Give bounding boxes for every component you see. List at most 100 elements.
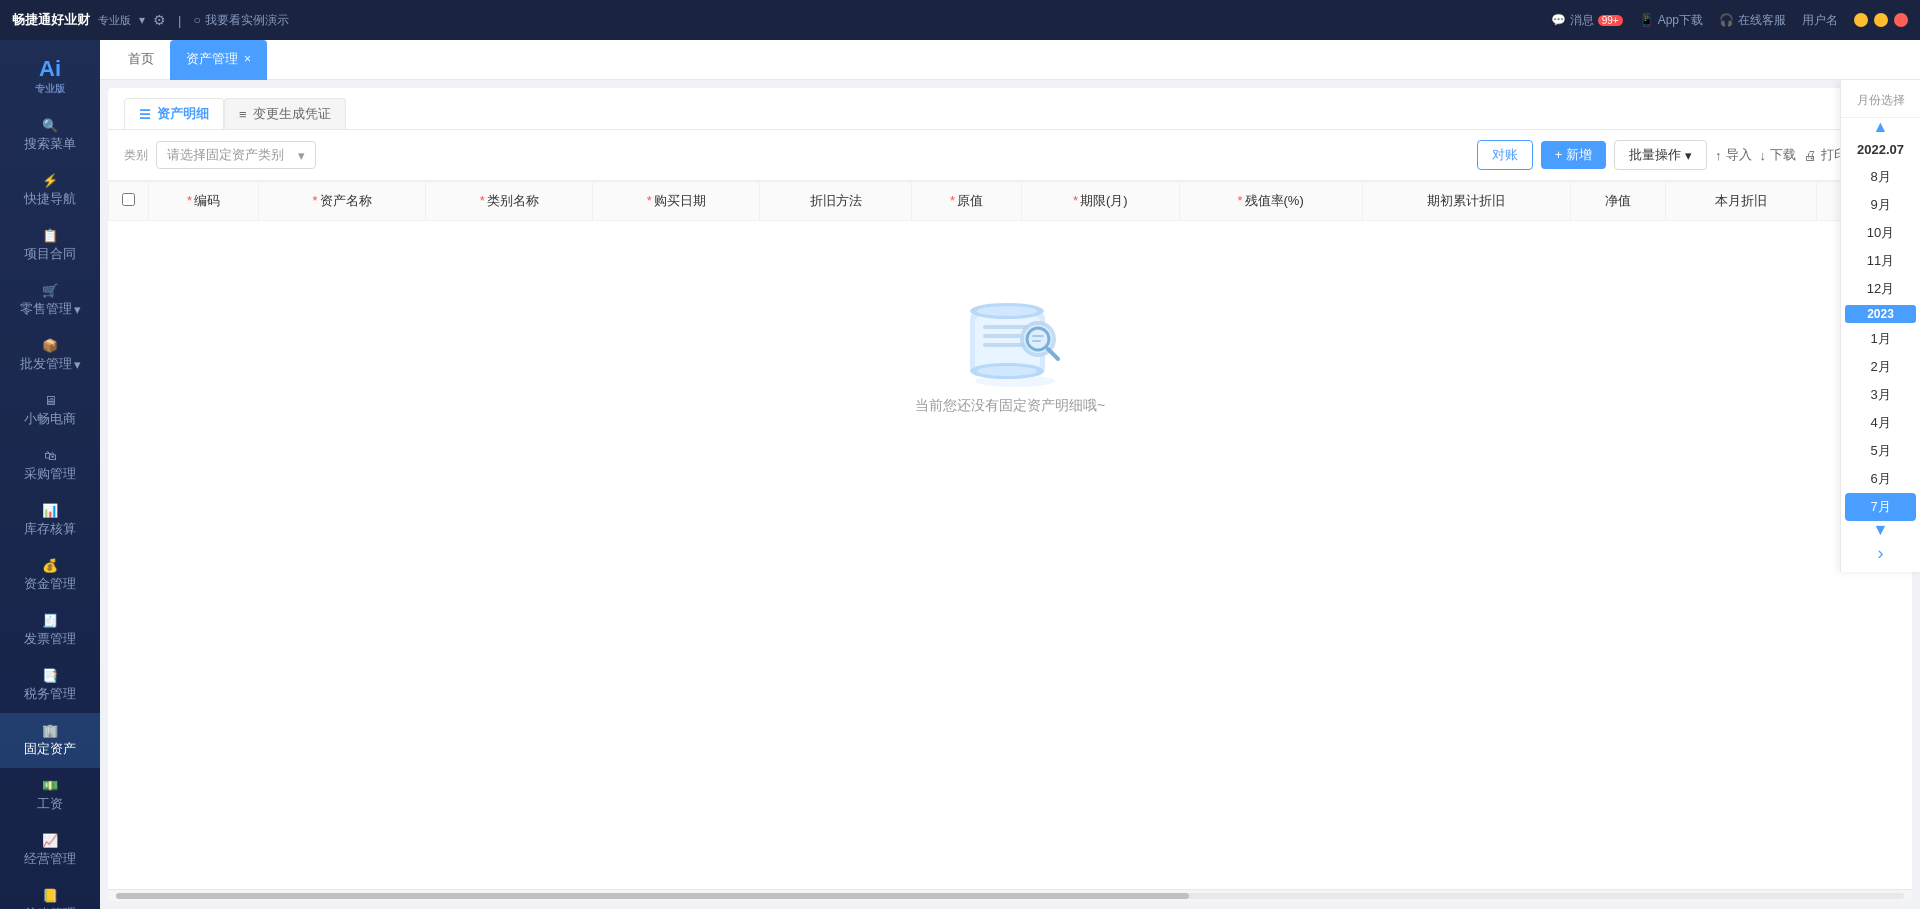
top-bar-left: 畅捷通好业财 专业版 ▾ ⚙ | ○ 我要看实例演示 [12,11,289,29]
tab-bar: 首页 资产管理 × [100,40,1920,80]
sidebar-item-inventory[interactable]: 📊 库存核算 [0,493,100,548]
page-body: ☰ 资产明细 ≡ 变更生成凭证 类别 请选择固定资产类别 ▾ [108,88,1912,901]
month-item-9[interactable]: 9月 [1841,191,1920,219]
month-item-7[interactable]: 7月 [1845,493,1916,521]
month-year: 2022.07 [1857,136,1904,163]
category-filter[interactable]: 请选择固定资产类别 ▾ [156,141,316,169]
maximize-btn[interactable] [1874,13,1888,27]
minimize-btn[interactable] [1854,13,1868,27]
finance-icon: 💰 [42,558,58,573]
svg-line-13 [1048,349,1058,359]
col-buydate: *购买日期 [593,182,760,221]
subtab-icon-detail: ☰ [139,107,151,122]
sidebar-item-fixed-assets[interactable]: 🏢 固定资产 [0,713,100,768]
sidebar-item-project[interactable]: 📋 项目合同 [0,218,100,273]
close-btn[interactable] [1894,13,1908,27]
sidebar-item-operations[interactable]: 📈 经营管理 [0,823,100,878]
sidebar-item-tax[interactable]: 📑 税务管理 [0,658,100,713]
sidebar-item-search[interactable]: 🔍 搜索菜单 [0,108,100,163]
app-edition: 专业版 [98,13,131,28]
import-btn[interactable]: ↑ 导入 [1715,146,1752,164]
col-original-value: *原值 [911,182,1021,221]
sub-tab-asset-detail[interactable]: ☰ 资产明细 [124,98,224,129]
tab-asset-management[interactable]: 资产管理 × [170,40,267,80]
import-icon: ↑ [1715,148,1722,163]
chevron-down-icon: ▾ [74,302,81,317]
app-title: 畅捷通好业财 [12,11,90,29]
chevron-down-icon2: ▾ [74,357,81,372]
company-dropdown[interactable]: ▾ [139,13,145,27]
month-prev-btn[interactable]: ▲ [1873,118,1889,136]
month-item-2[interactable]: 2月 [1841,353,1920,381]
operations-icon: 📈 [42,833,58,848]
sidebar-item-retail[interactable]: 🛒 零售管理 ▾ [0,273,100,328]
month-item-1[interactable]: 1月 [1841,325,1920,353]
batch-btn[interactable]: 批量操作 ▾ [1614,140,1707,170]
subtab-icon-voucher: ≡ [239,107,247,122]
message-btn[interactable]: 💬 消息 99+ [1551,12,1623,29]
tab-home[interactable]: 首页 [112,40,170,80]
user-name: 用户名 [1802,12,1838,29]
search-icon: 🔍 [42,118,58,133]
col-monthly-depreciation: 本月折旧 [1665,182,1817,221]
scrollbar-track[interactable] [116,893,1904,899]
empty-icon [950,281,1070,381]
col-code: *编码 [149,182,259,221]
sidebar-item-purchase[interactable]: 🛍 采购管理 [0,438,100,493]
month-item-8[interactable]: 8月 [1841,163,1920,191]
window-controls [1854,13,1908,27]
tab-close-icon[interactable]: × [244,52,251,66]
svg-rect-9 [983,343,1025,347]
message-count: 99+ [1598,15,1623,26]
svg-rect-7 [983,325,1028,329]
inventory-icon: 📊 [42,503,58,518]
month-item-10[interactable]: 10月 [1841,219,1920,247]
month-item-12[interactable]: 12月 [1841,275,1920,303]
svg-point-6 [977,366,1037,376]
month-item-3[interactable]: 3月 [1841,381,1920,409]
download-icon: 📱 [1639,13,1654,27]
month-item-6[interactable]: 6月 [1841,465,1920,493]
svg-rect-14 [1032,335,1044,337]
filter-dropdown-icon: ▾ [298,148,305,163]
main-content: ☰ 资产明细 ≡ 变更生成凭证 类别 请选择固定资产类别 ▾ [100,80,1920,909]
sidebar-item-salary[interactable]: 💵 工资 [0,768,100,823]
scrollbar-thumb[interactable] [116,893,1189,899]
month-next-btn[interactable]: ▼ [1873,521,1889,539]
month-item-11[interactable]: 11月 [1841,247,1920,275]
app-download-btn[interactable]: 📱 App下载 [1639,12,1703,29]
project-icon: 📋 [42,228,58,243]
retail-icon: 🛒 [42,283,58,298]
settings-icon[interactable]: ⚙ [153,12,166,28]
sidebar-item-ledger[interactable]: 📒 总账管理 [0,878,100,909]
ecommerce-icon: 🖥 [44,393,57,408]
empty-text: 当前您还没有固定资产明细哦~ [915,397,1105,415]
empty-state: 当前您还没有固定资产明细哦~ [109,221,1912,475]
user-info[interactable]: 用户名 [1802,12,1838,29]
select-all-checkbox[interactable] [122,193,135,206]
demo-link[interactable]: ○ 我要看实例演示 [193,12,288,29]
svg-rect-15 [1032,340,1041,342]
asset-table: *编码 *资产名称 *类别名称 *购买日期 折旧方法 *原值 *期限(月) *残… [108,181,1912,475]
sub-tabs: ☰ 资产明细 ≡ 变更生成凭证 [108,88,1912,130]
batch-dropdown-icon: ▾ [1685,148,1692,163]
sidebar-item-invoice[interactable]: 🧾 发票管理 [0,603,100,658]
content-area: 首页 资产管理 × ☰ 资产明细 ≡ 变更生成凭证 [100,40,1920,909]
online-service-btn[interactable]: 🎧 在线客服 [1719,12,1786,29]
month-panel-collapse-btn[interactable]: › [1878,543,1884,564]
sidebar-item-quicknav[interactable]: ⚡ 快捷导航 [0,163,100,218]
duizhang-btn[interactable]: 对账 [1477,140,1533,170]
main-layout: Ai 专业版 🔍 搜索菜单 ⚡ 快捷导航 📋 项目合同 🛒 零售管理 ▾ 📦 批… [0,40,1920,909]
sidebar-item-wholesale[interactable]: 📦 批发管理 ▾ [0,328,100,383]
invoice-icon: 🧾 [42,613,58,628]
col-category: *类别名称 [426,182,593,221]
download-btn[interactable]: ↓ 下载 [1760,146,1797,164]
add-btn[interactable]: + 新增 [1541,141,1606,169]
sidebar-item-finance[interactable]: 💰 资金管理 [0,548,100,603]
month-item-4[interactable]: 4月 [1841,409,1920,437]
month-item-5[interactable]: 5月 [1841,437,1920,465]
sidebar-item-ecommerce[interactable]: 🖥 小畅电商 [0,383,100,438]
col-name: *资产名称 [259,182,426,221]
sub-tab-change-voucher[interactable]: ≡ 变更生成凭证 [224,98,346,129]
svg-rect-8 [983,334,1021,338]
